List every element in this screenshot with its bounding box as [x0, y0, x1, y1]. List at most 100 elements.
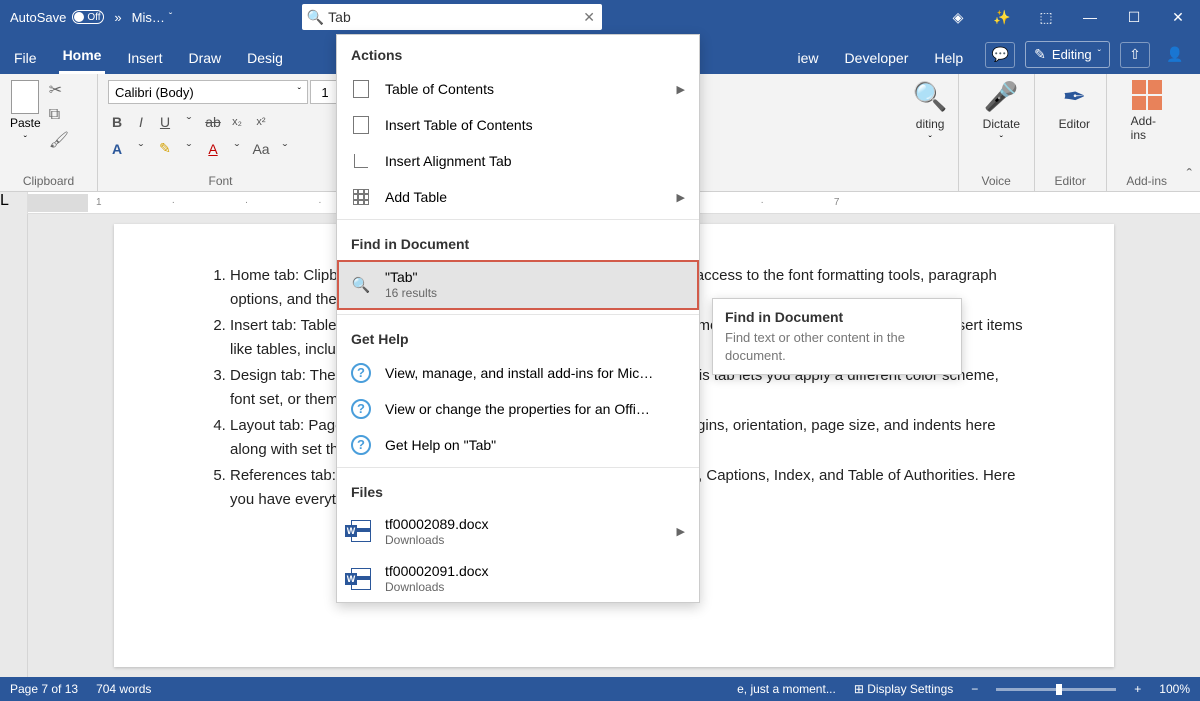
word-file-icon: [351, 568, 371, 590]
search-results-dropdown: Actions Table of Contents ▶ Insert Table…: [336, 34, 700, 603]
help-item[interactable]: ? Get Help on "Tab": [337, 427, 699, 463]
cut-icon[interactable]: ✂: [49, 80, 69, 100]
change-case-more[interactable]: ˇ: [276, 141, 294, 157]
help-icon: ?: [351, 363, 371, 383]
editor-group-label: Editor: [1035, 174, 1106, 191]
doc-title-dropdown[interactable]: Mis… ˇ: [132, 10, 173, 25]
document-icon: [353, 116, 369, 134]
display-settings-button[interactable]: ⊞ Display Settings: [854, 682, 953, 696]
diamond-icon[interactable]: ◈: [936, 0, 980, 34]
find-section-title: Find in Document: [337, 224, 699, 260]
tab-icon: [354, 154, 368, 168]
comments-button[interactable]: 💬: [985, 42, 1015, 68]
help-item[interactable]: ? View, manage, and install add-ins for …: [337, 355, 699, 391]
font-family-select[interactable]: Calibri (Body) ˇ: [108, 80, 308, 104]
format-painter-icon[interactable]: 🖌: [49, 130, 69, 150]
share-button[interactable]: ⇧: [1120, 42, 1150, 68]
zoom-in-button[interactable]: +: [1134, 682, 1141, 696]
copy-icon[interactable]: ⧉: [49, 106, 69, 124]
clear-search-button[interactable]: ✕: [576, 9, 602, 26]
menu-insert[interactable]: Insert: [123, 50, 166, 74]
action-add-table[interactable]: Add Table ▶: [337, 179, 699, 215]
addins-group-label: Add-ins: [1107, 174, 1187, 191]
zoom-out-button[interactable]: −: [971, 682, 978, 696]
autosave-toggle[interactable]: AutoSave Off: [10, 10, 104, 25]
strikethrough-button[interactable]: ab: [204, 114, 222, 130]
menu-developer[interactable]: Developer: [841, 50, 913, 74]
chevron-right-icon: ▶: [677, 83, 685, 96]
editing-group-button[interactable]: 🔍ditingˇ: [899, 80, 962, 146]
window-mode-icon[interactable]: ⬚: [1024, 0, 1068, 34]
autosave-switch[interactable]: Off: [72, 10, 104, 24]
pencil-icon: ✎: [1034, 46, 1046, 63]
editing-mode-button[interactable]: ✎ Editing ˇ: [1025, 41, 1110, 68]
maximize-button[interactable]: ☐: [1112, 0, 1156, 34]
find-count: 16 results: [385, 286, 685, 302]
menu-help[interactable]: Help: [930, 50, 967, 74]
search-box[interactable]: 🔍 ✕: [302, 4, 602, 30]
file-name: tf00002089.docx: [385, 516, 663, 533]
menu-view[interactable]: iew: [794, 50, 823, 74]
chevron-right-icon: ▶: [677, 525, 685, 538]
file-location: Downloads: [385, 533, 663, 547]
collapse-ribbon-button[interactable]: ˆ: [1187, 167, 1192, 185]
table-icon: [353, 189, 369, 205]
menu-home[interactable]: Home: [59, 47, 106, 74]
word-file-icon: [351, 520, 371, 542]
close-button[interactable]: ✕: [1156, 0, 1200, 34]
addins-button[interactable]: Add-ins: [1117, 80, 1177, 142]
qat-overflow-icon[interactable]: »: [114, 10, 121, 25]
vertical-ruler[interactable]: [0, 214, 28, 677]
zoom-level[interactable]: 100%: [1159, 682, 1190, 696]
action-table-of-contents[interactable]: Table of Contents ▶: [337, 71, 699, 107]
menu-file[interactable]: File: [10, 50, 41, 74]
title-bar: AutoSave Off » Mis… ˇ 🔍 ✕ ◈ ✨ ⬚ — ☐ ✕: [0, 0, 1200, 34]
file-result[interactable]: tf00002091.docx Downloads: [337, 555, 699, 602]
zoom-slider[interactable]: [996, 688, 1116, 691]
account-icon[interactable]: 👤: [1160, 42, 1190, 68]
files-section-title: Files: [337, 472, 699, 508]
editing-mode-label: Editing: [1052, 47, 1092, 62]
chevron-down-icon: ˇ: [1098, 49, 1101, 60]
font-group-label: Font: [98, 174, 343, 191]
text-effects-button[interactable]: A: [108, 141, 126, 157]
underline-button[interactable]: U: [156, 114, 174, 130]
minimize-button[interactable]: —: [1068, 0, 1112, 34]
menu-design[interactable]: Desig: [243, 50, 287, 74]
text-effects-more[interactable]: ˇ: [132, 141, 150, 157]
wand-icon[interactable]: ✨: [980, 0, 1024, 34]
editor-button[interactable]: ✒Editor: [1045, 80, 1104, 131]
highlight-more[interactable]: ˇ: [180, 141, 198, 157]
bold-button[interactable]: B: [108, 114, 126, 130]
subscript-button[interactable]: x₂: [228, 116, 246, 128]
addins-icon: [1132, 80, 1162, 110]
paste-button[interactable]: Paste ˇ: [10, 80, 41, 148]
page-indicator[interactable]: Page 7 of 13: [10, 682, 78, 696]
dictate-button[interactable]: 🎤Dictateˇ: [969, 80, 1034, 146]
search-input[interactable]: [328, 9, 576, 25]
help-item[interactable]: ? View or change the properties for an O…: [337, 391, 699, 427]
microphone-icon: 🎤: [984, 80, 1019, 113]
word-count[interactable]: 704 words: [96, 682, 151, 696]
search-icon: 🔍: [302, 9, 328, 26]
chevron-right-icon: ▶: [677, 191, 685, 204]
help-section-title: Get Help: [337, 319, 699, 355]
font-color-more[interactable]: ˇ: [228, 141, 246, 157]
change-case-button[interactable]: Aa: [252, 141, 270, 157]
underline-more[interactable]: ˇ: [180, 114, 198, 130]
find-term: "Tab": [385, 268, 685, 286]
menu-draw[interactable]: Draw: [184, 50, 225, 74]
italic-button[interactable]: I: [132, 114, 150, 130]
file-result[interactable]: tf00002089.docx Downloads ▶: [337, 508, 699, 555]
highlight-button[interactable]: ✎: [156, 140, 174, 157]
chevron-down-icon[interactable]: ˇ: [24, 135, 27, 146]
status-message: e, just a moment...: [737, 682, 836, 696]
voice-group-label: Voice: [959, 174, 1034, 191]
find-in-document-result[interactable]: 🔍 "Tab" 16 results: [337, 260, 699, 310]
superscript-button[interactable]: x²: [252, 116, 270, 128]
action-insert-alignment-tab[interactable]: Insert Alignment Tab: [337, 143, 699, 179]
doc-title: Mis…: [132, 10, 165, 25]
font-color-button[interactable]: A: [204, 141, 222, 157]
action-insert-toc[interactable]: Insert Table of Contents: [337, 107, 699, 143]
editor-icon: ✒: [1063, 80, 1086, 113]
